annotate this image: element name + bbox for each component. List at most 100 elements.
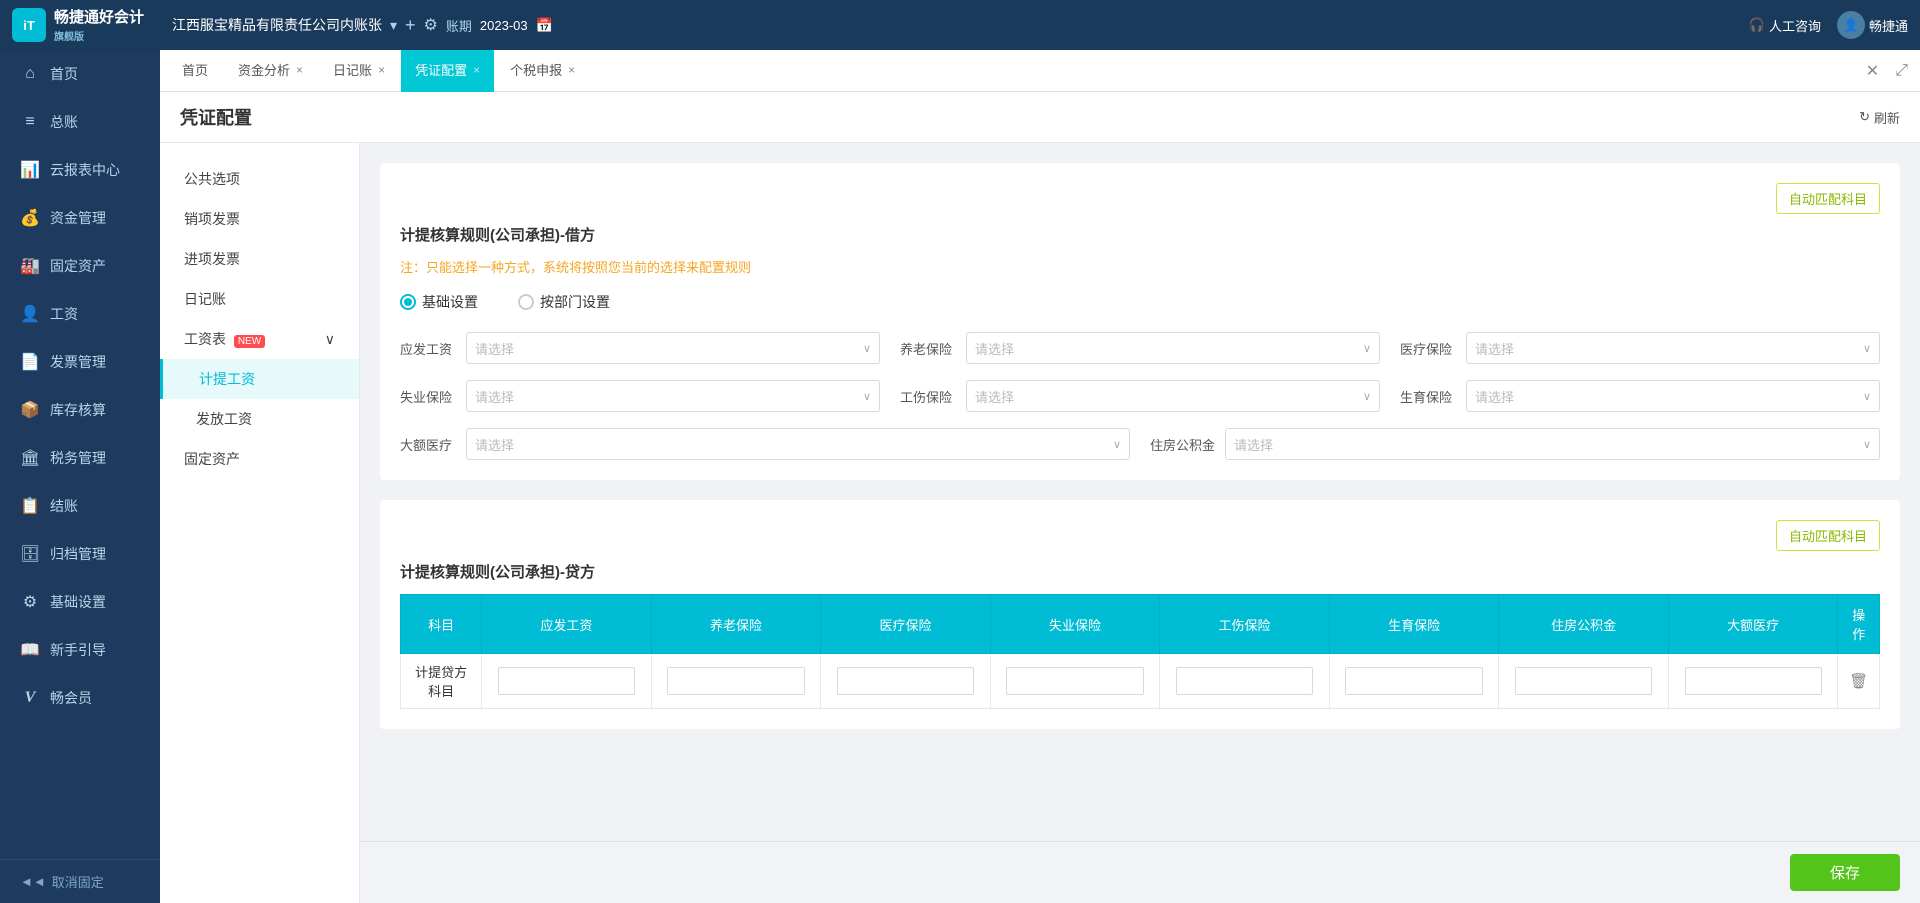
archive-icon: 🗄 (20, 544, 40, 564)
left-nav-sales-invoice[interactable]: 销项发票 (160, 199, 359, 239)
housing-fund-select[interactable]: 请选择 ∨ (1225, 428, 1880, 460)
sidebar-label-tax: 税务管理 (50, 448, 106, 468)
gross-pay-arrow: ∨ (863, 342, 871, 355)
credit-auto-match-button[interactable]: 自动匹配科目 (1776, 520, 1880, 551)
sidebar-item-base-settings[interactable]: ⚙ 基础设置 (0, 578, 160, 626)
pension-select[interactable]: 请选择 ∨ (966, 332, 1380, 364)
medical-label: 医疗保险 (1400, 339, 1456, 358)
field-large-medical: 大额医疗 请选择 ∨ (400, 428, 1130, 460)
sidebar-item-salary[interactable]: 👤 工资 (0, 290, 160, 338)
tab-fund-analysis-close[interactable]: × (296, 63, 303, 77)
radio-dept[interactable]: 按部门设置 (518, 292, 610, 312)
sidebar-label-salary: 工资 (50, 304, 78, 324)
tax-icon: 🏛 (20, 448, 40, 468)
tab-journal[interactable]: 日记账 × (319, 50, 399, 92)
large-medical-arrow: ∨ (1113, 438, 1121, 451)
radio-group: 基础设置 按部门设置 (400, 292, 1880, 312)
credit-maternity-input[interactable] (1345, 667, 1482, 695)
maternity-select[interactable]: 请选择 ∨ (1466, 380, 1880, 412)
tab-fund-analysis[interactable]: 资金分析 × (224, 50, 317, 92)
company-dropdown-icon[interactable]: ▾ (390, 17, 397, 34)
sidebar-item-inventory[interactable]: 📦 库存核算 (0, 386, 160, 434)
left-nav-journal[interactable]: 日记账 (160, 279, 359, 319)
left-nav-pay-payroll[interactable]: 发放工资 (160, 399, 359, 439)
credit-unemployment-input[interactable] (1006, 667, 1143, 695)
credit-pension-input[interactable] (667, 667, 804, 695)
left-nav: 公共选项 销项发票 进项发票 日记账 工资表 NEW ∨ 计提工资 发放工资 固… (160, 143, 360, 903)
sidebar-item-vip[interactable]: V 畅会员 (0, 674, 160, 722)
medical-select[interactable]: 请选择 ∨ (1466, 332, 1880, 364)
radio-dept-dot (518, 294, 534, 310)
funds-icon: 💰 (20, 208, 40, 228)
settings-icon[interactable]: ⚙ (424, 15, 438, 35)
user-menu[interactable]: 👤 畅捷通 (1837, 11, 1908, 39)
tab-tax-return[interactable]: 个税申报 × (496, 50, 589, 92)
th-injury: 工伤保险 (1160, 595, 1330, 654)
td-unemployment-val (990, 654, 1160, 709)
tab-voucher-config-close[interactable]: × (473, 63, 480, 77)
tab-bar: 首页 资金分析 × 日记账 × 凭证配置 × 个税申报 × ✕ ⤢ (160, 50, 1920, 92)
calendar-icon[interactable]: 📅 (536, 17, 553, 34)
td-maternity-val (1329, 654, 1499, 709)
th-maternity: 生育保险 (1329, 595, 1499, 654)
td-gross-pay-val (482, 654, 652, 709)
sidebar-item-checkout[interactable]: 📋 结账 (0, 482, 160, 530)
tab-journal-close[interactable]: × (378, 63, 385, 77)
sidebar-item-tax[interactable]: 🏛 税务管理 (0, 434, 160, 482)
left-nav-public[interactable]: 公共选项 (160, 159, 359, 199)
table-header-row: 科目 应发工资 养老保险 医疗保险 失业保险 工伤保险 生育保险 住房公积金 大… (401, 595, 1880, 654)
username: 畅捷通 (1869, 16, 1908, 35)
sidebar-label-vip: 畅会员 (50, 688, 92, 708)
unemployment-select[interactable]: 请选择 ∨ (466, 380, 880, 412)
period-label: 账期 (446, 16, 472, 35)
radio-dept-label: 按部门设置 (540, 292, 610, 312)
right-content: 自动匹配科目 计提核算规则(公司承担)-借方 注：只能选择一种方式，系统将按照您… (360, 143, 1920, 903)
sidebar-item-funds[interactable]: 💰 资金管理 (0, 194, 160, 242)
tab-voucher-config[interactable]: 凭证配置 × (401, 50, 494, 92)
left-nav-payroll-table[interactable]: 工资表 NEW ∨ (160, 319, 359, 359)
save-button[interactable]: 保存 (1790, 854, 1900, 891)
expand-tab-button[interactable]: ⤢ (1891, 58, 1912, 84)
sidebar-item-reports[interactable]: 📊 云报表中心 (0, 146, 160, 194)
credit-medical-input[interactable] (837, 667, 974, 695)
sidebar-item-archive[interactable]: 🗄 归档管理 (0, 530, 160, 578)
refresh-button[interactable]: ↻ 刷新 (1859, 108, 1900, 127)
sidebar-item-assets[interactable]: 🏭 固定资产 (0, 242, 160, 290)
field-injury: 工伤保险 请选择 ∨ (900, 380, 1380, 412)
ledger-icon: ≡ (20, 113, 40, 131)
maternity-placeholder: 请选择 (1475, 387, 1514, 406)
sidebar-label-home: 首页 (50, 64, 78, 84)
delete-row-button[interactable]: 🗑 (1849, 673, 1868, 690)
sidebar-item-guide[interactable]: 📖 新手引导 (0, 626, 160, 674)
debit-auto-match-button[interactable]: 自动匹配科目 (1776, 183, 1880, 214)
sidebar-item-ledger[interactable]: ≡ 总账 (0, 98, 160, 146)
large-medical-select[interactable]: 请选择 ∨ (466, 428, 1130, 460)
injury-select[interactable]: 请选择 ∨ (966, 380, 1380, 412)
housing-fund-arrow: ∨ (1863, 438, 1871, 451)
credit-gross-pay-input[interactable] (498, 667, 635, 695)
help-label: 人工咨询 (1769, 16, 1821, 35)
left-nav-accrue-payroll[interactable]: 计提工资 (160, 359, 359, 399)
credit-table: 科目 应发工资 养老保险 医疗保险 失业保险 工伤保险 生育保险 住房公积金 大… (400, 594, 1880, 709)
inventory-icon: 📦 (20, 400, 40, 420)
tab-home[interactable]: 首页 (168, 50, 222, 92)
sidebar-label-funds: 资金管理 (50, 208, 106, 228)
left-nav-purchase-invoice[interactable]: 进项发票 (160, 239, 359, 279)
gross-pay-select[interactable]: 请选择 ∨ (466, 332, 880, 364)
td-pension-val (651, 654, 821, 709)
tab-tax-return-close[interactable]: × (568, 63, 575, 77)
unpin-button[interactable]: ◄◄ 取消固定 (0, 859, 160, 903)
credit-injury-input[interactable] (1176, 667, 1313, 695)
close-tab-button[interactable]: ✕ (1862, 57, 1883, 85)
add-button[interactable]: + (405, 15, 416, 36)
tab-home-label: 首页 (182, 60, 208, 79)
sidebar-item-home[interactable]: ⌂ 首页 (0, 50, 160, 98)
credit-large-medical-input[interactable] (1685, 667, 1822, 695)
sidebar-item-invoice[interactable]: 📄 发票管理 (0, 338, 160, 386)
left-nav-fixed-assets[interactable]: 固定资产 (160, 439, 359, 479)
app-subtitle: 旗舰版 (54, 32, 84, 43)
radio-basic[interactable]: 基础设置 (400, 292, 478, 312)
help-button[interactable]: 🎧 人工咨询 (1749, 16, 1821, 35)
pension-placeholder: 请选择 (975, 339, 1014, 358)
credit-housing-input[interactable] (1515, 667, 1652, 695)
